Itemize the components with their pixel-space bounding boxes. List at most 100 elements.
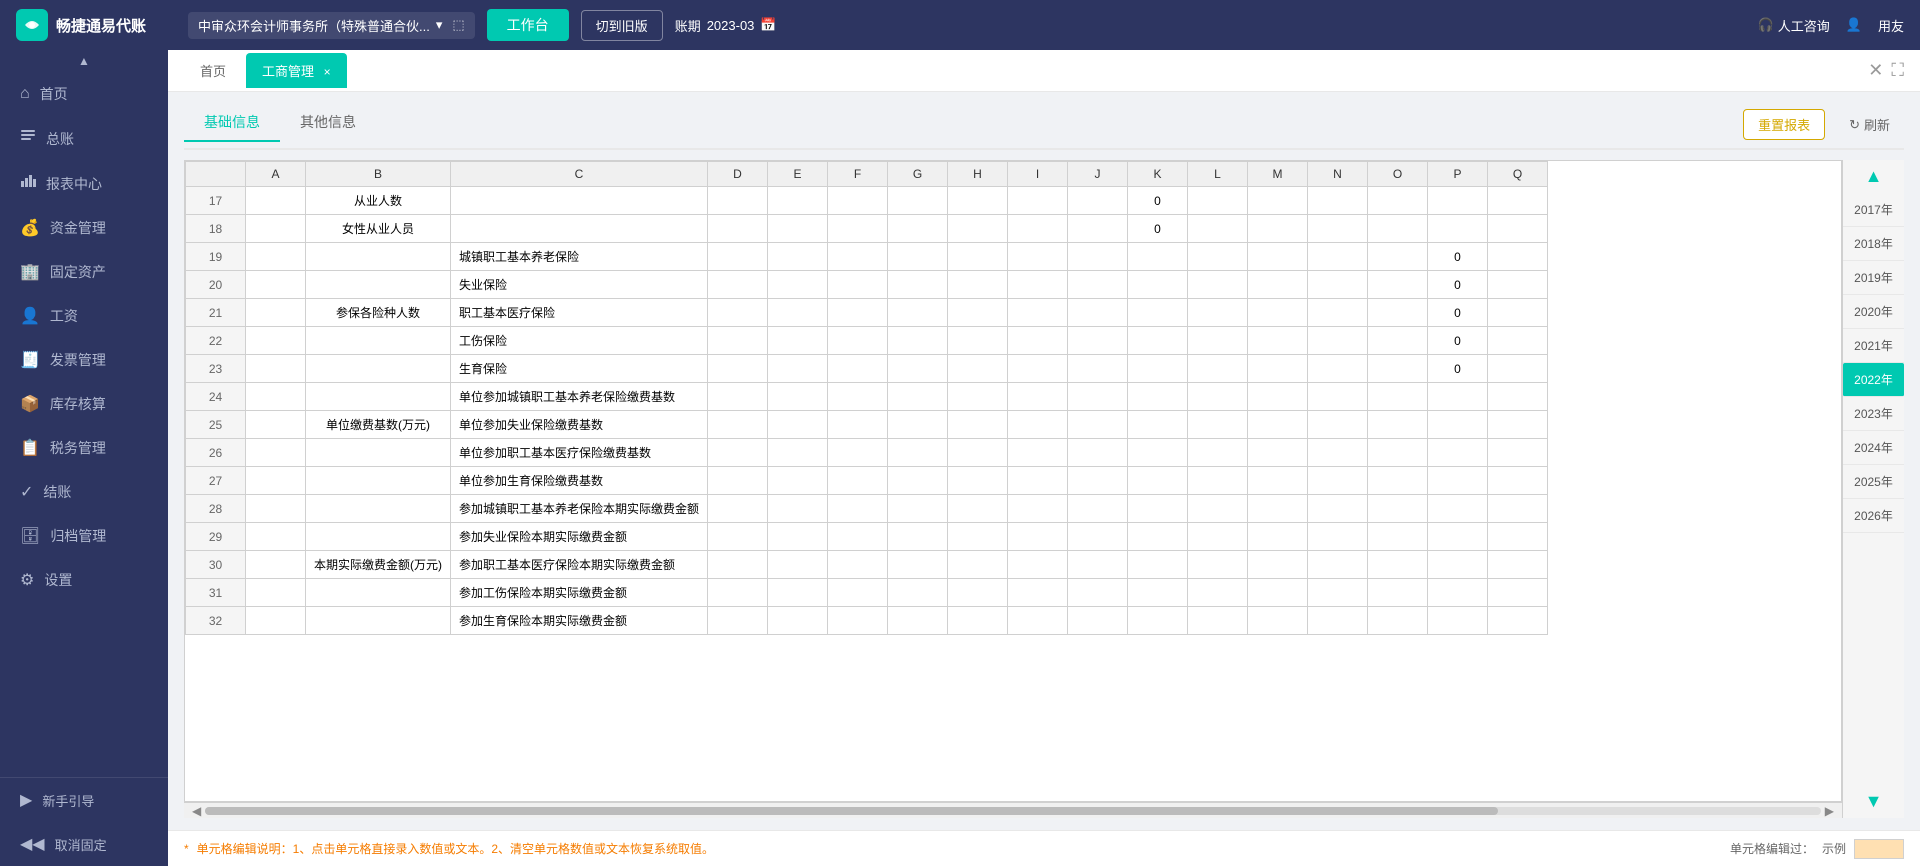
col-n-cell[interactable] <box>1308 495 1368 523</box>
col-i-cell[interactable] <box>1008 299 1068 327</box>
col-l-cell[interactable] <box>1188 271 1248 299</box>
col-d-cell[interactable] <box>708 439 768 467</box>
col-a-cell[interactable] <box>246 243 306 271</box>
col-n-cell[interactable] <box>1308 355 1368 383</box>
col-j-cell[interactable] <box>1068 523 1128 551</box>
col-l-cell[interactable] <box>1188 551 1248 579</box>
col-j-cell[interactable] <box>1068 243 1128 271</box>
col-q-cell[interactable] <box>1488 215 1548 243</box>
col-e-cell[interactable] <box>768 495 828 523</box>
col-e-cell[interactable] <box>768 551 828 579</box>
col-m-cell[interactable] <box>1248 439 1308 467</box>
col-l-cell[interactable] <box>1188 467 1248 495</box>
col-p-cell[interactable] <box>1428 607 1488 635</box>
col-e-cell[interactable] <box>768 215 828 243</box>
col-o-cell[interactable] <box>1368 299 1428 327</box>
refresh-button[interactable]: ↻ 刷新 <box>1835 109 1904 140</box>
col-n-cell[interactable] <box>1308 243 1368 271</box>
col-a-cell[interactable] <box>246 495 306 523</box>
col-c-cell[interactable]: 单位参加生育保险缴费基数 <box>451 467 708 495</box>
col-m-cell[interactable] <box>1248 551 1308 579</box>
col-f-cell[interactable] <box>828 523 888 551</box>
col-a-cell[interactable] <box>246 187 306 215</box>
col-i-cell[interactable] <box>1008 411 1068 439</box>
col-d-cell[interactable] <box>708 327 768 355</box>
col-p-cell[interactable] <box>1428 467 1488 495</box>
col-p-cell[interactable] <box>1428 187 1488 215</box>
col-p-cell[interactable] <box>1428 383 1488 411</box>
year-item[interactable]: 2017年 <box>1843 193 1904 227</box>
col-j-cell[interactable] <box>1068 327 1128 355</box>
year-item[interactable]: 2023年 <box>1843 397 1904 431</box>
col-g-cell[interactable] <box>888 299 948 327</box>
col-m-cell[interactable] <box>1248 579 1308 607</box>
col-k-cell[interactable]: 0 <box>1128 187 1188 215</box>
col-o-cell[interactable] <box>1368 271 1428 299</box>
col-b-cell[interactable] <box>306 579 451 607</box>
company-copy-icon[interactable]: ⬚ <box>452 17 464 33</box>
col-q-cell[interactable] <box>1488 299 1548 327</box>
col-b-cell[interactable]: 本期实际缴费金额(万元) <box>306 551 451 579</box>
col-k-cell[interactable] <box>1128 383 1188 411</box>
col-a-cell[interactable] <box>246 607 306 635</box>
col-l-cell[interactable] <box>1188 243 1248 271</box>
col-o-cell[interactable] <box>1368 495 1428 523</box>
col-e-cell[interactable] <box>768 243 828 271</box>
col-e-cell[interactable] <box>768 187 828 215</box>
col-d-cell[interactable] <box>708 495 768 523</box>
col-d-cell[interactable] <box>708 523 768 551</box>
col-q-cell[interactable] <box>1488 355 1548 383</box>
col-k-cell[interactable] <box>1128 523 1188 551</box>
col-p-cell[interactable] <box>1428 439 1488 467</box>
col-p-cell[interactable]: 0 <box>1428 355 1488 383</box>
col-j-cell[interactable] <box>1068 187 1128 215</box>
col-f-cell[interactable] <box>828 243 888 271</box>
col-a-cell[interactable] <box>246 439 306 467</box>
col-i-cell[interactable] <box>1008 607 1068 635</box>
col-q-cell[interactable] <box>1488 243 1548 271</box>
reset-report-button[interactable]: 重置报表 <box>1743 109 1825 140</box>
col-o-cell[interactable] <box>1368 439 1428 467</box>
col-h-cell[interactable] <box>948 383 1008 411</box>
col-p-cell[interactable] <box>1428 495 1488 523</box>
tab-bizmanage[interactable]: 工商管理 × <box>246 53 347 88</box>
switch-version-button[interactable]: 切到旧版 <box>581 10 663 41</box>
sidebar-item-close[interactable]: ✓ 结账 <box>0 470 168 514</box>
col-j-cell[interactable] <box>1068 467 1128 495</box>
col-a-cell[interactable] <box>246 467 306 495</box>
year-scroll-up[interactable]: ▲ <box>1843 160 1904 193</box>
col-q-cell[interactable] <box>1488 467 1548 495</box>
col-d-cell[interactable] <box>708 355 768 383</box>
col-f-cell[interactable] <box>828 411 888 439</box>
col-d-cell[interactable] <box>708 187 768 215</box>
col-o-cell[interactable] <box>1368 467 1428 495</box>
col-g-cell[interactable] <box>888 271 948 299</box>
col-h-cell[interactable] <box>948 271 1008 299</box>
col-e-cell[interactable] <box>768 467 828 495</box>
scroll-thumb[interactable] <box>205 807 1497 815</box>
col-f-cell[interactable] <box>828 299 888 327</box>
col-m-cell[interactable] <box>1248 523 1308 551</box>
sidebar-item-unpin[interactable]: ◀◀ 取消固定 <box>0 822 168 866</box>
col-k-cell[interactable] <box>1128 411 1188 439</box>
col-q-cell[interactable] <box>1488 383 1548 411</box>
col-f-cell[interactable] <box>828 215 888 243</box>
sidebar-item-inventory[interactable]: 📦 库存核算 <box>0 382 168 426</box>
col-h-cell[interactable] <box>948 607 1008 635</box>
year-item[interactable]: 2024年 <box>1843 431 1904 465</box>
horizontal-scrollbar[interactable]: ◀ ▶ <box>184 802 1842 818</box>
col-a-cell[interactable] <box>246 411 306 439</box>
col-i-cell[interactable] <box>1008 187 1068 215</box>
col-i-cell[interactable] <box>1008 327 1068 355</box>
col-o-cell[interactable] <box>1368 215 1428 243</box>
col-p-cell[interactable] <box>1428 215 1488 243</box>
col-h-cell[interactable] <box>948 439 1008 467</box>
col-g-cell[interactable] <box>888 187 948 215</box>
col-c-cell[interactable]: 单位参加失业保险缴费基数 <box>451 411 708 439</box>
col-g-cell[interactable] <box>888 243 948 271</box>
col-j-cell[interactable] <box>1068 271 1128 299</box>
col-d-cell[interactable] <box>708 383 768 411</box>
col-e-cell[interactable] <box>768 355 828 383</box>
year-scroll-down[interactable]: ▼ <box>1843 785 1904 818</box>
col-i-cell[interactable] <box>1008 495 1068 523</box>
